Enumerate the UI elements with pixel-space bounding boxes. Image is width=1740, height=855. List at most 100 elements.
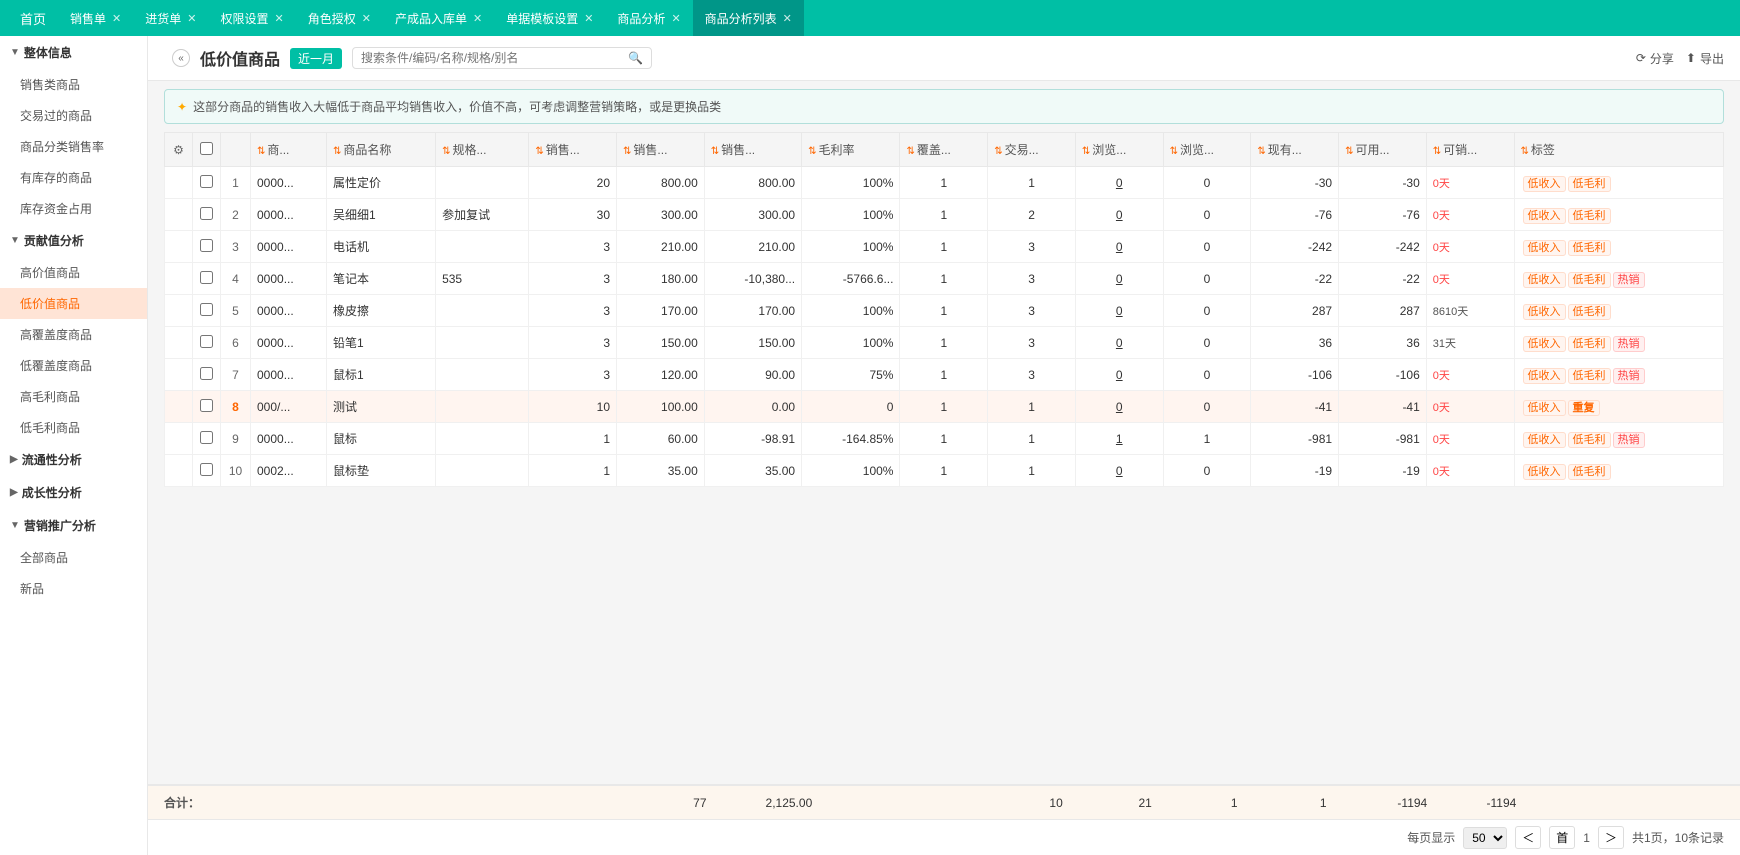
- sidebar-item-high-value[interactable]: 高价值商品: [0, 257, 147, 288]
- browse1-link[interactable]: 0: [1116, 272, 1123, 286]
- next-page-btn[interactable]: ＞: [1598, 826, 1624, 849]
- sidebar-group-contribution[interactable]: ▼ 贡献值分析: [0, 224, 147, 257]
- browse1-link[interactable]: 0: [1116, 336, 1123, 350]
- nav-sales[interactable]: 销售单✕: [58, 0, 133, 36]
- row-name[interactable]: 电话机: [326, 231, 435, 263]
- row-checkbox[interactable]: [200, 175, 213, 188]
- sidebar-item-category-rate[interactable]: 商品分类销售率: [0, 131, 147, 162]
- row-name[interactable]: 笔记本: [326, 263, 435, 295]
- row-name[interactable]: 测试: [326, 391, 435, 423]
- collapse-sidebar-btn[interactable]: «: [172, 49, 190, 67]
- col-spec[interactable]: ⇅规格...: [436, 133, 529, 167]
- col-code[interactable]: ⇅商...: [251, 133, 327, 167]
- browse1-link[interactable]: 0: [1116, 400, 1123, 414]
- row-checkbox[interactable]: [200, 207, 213, 220]
- period-btn[interactable]: 近一月: [290, 48, 342, 69]
- col-trade[interactable]: ⇅交易...: [988, 133, 1076, 167]
- per-page-select[interactable]: 50: [1463, 827, 1507, 849]
- nav-product-analysis[interactable]: 商品分析✕: [605, 0, 692, 36]
- col-settings[interactable]: ⚙: [165, 133, 193, 167]
- close-role-icon[interactable]: ✕: [362, 12, 371, 25]
- sidebar-item-low-margin[interactable]: 低毛利商品: [0, 412, 147, 443]
- browse1-link[interactable]: 0: [1116, 464, 1123, 478]
- col-sellable[interactable]: ⇅可销...: [1426, 133, 1514, 167]
- close-sales-icon[interactable]: ✕: [112, 12, 121, 25]
- col-sales-qty[interactable]: ⇅销售...: [529, 133, 617, 167]
- row-checkbox[interactable]: [200, 463, 213, 476]
- close-template-icon[interactable]: ✕: [584, 12, 593, 25]
- row-name[interactable]: 铅笔1: [326, 327, 435, 359]
- row-settings-btn[interactable]: [165, 327, 193, 359]
- nav-purchase[interactable]: 进货单✕: [133, 0, 208, 36]
- row-name[interactable]: 鼠标: [326, 423, 435, 455]
- browse1-link[interactable]: 0: [1116, 208, 1123, 222]
- row-settings-btn[interactable]: [165, 167, 193, 199]
- row-settings-btn[interactable]: [165, 455, 193, 487]
- row-name[interactable]: 鼠标1: [326, 359, 435, 391]
- row-settings-btn[interactable]: [165, 199, 193, 231]
- col-sales-amt2[interactable]: ⇅销售...: [704, 133, 801, 167]
- sidebar-item-low-value[interactable]: 低价值商品: [0, 288, 147, 319]
- row-checkbox[interactable]: [200, 335, 213, 348]
- sidebar-item-high-coverage[interactable]: 高覆盖度商品: [0, 319, 147, 350]
- row-name[interactable]: 吴细细1: [326, 199, 435, 231]
- row-checkbox[interactable]: [200, 367, 213, 380]
- col-name[interactable]: ⇅商品名称: [326, 133, 435, 167]
- row-name[interactable]: 属性定价: [326, 167, 435, 199]
- sidebar-item-low-coverage[interactable]: 低覆盖度商品: [0, 350, 147, 381]
- sidebar-group-growth[interactable]: ▶ 成长性分析: [0, 476, 147, 509]
- close-permission-icon[interactable]: ✕: [275, 12, 284, 25]
- row-name[interactable]: 橡皮擦: [326, 295, 435, 327]
- sidebar-group-liquidity[interactable]: ▶ 流通性分析: [0, 443, 147, 476]
- col-cover[interactable]: ⇅覆盖...: [900, 133, 988, 167]
- sidebar-item-high-margin[interactable]: 高毛利商品: [0, 381, 147, 412]
- col-tags[interactable]: ⇅标签: [1514, 133, 1724, 167]
- close-purchase-icon[interactable]: ✕: [187, 12, 196, 25]
- close-analysis-list-icon[interactable]: ✕: [783, 12, 792, 25]
- nav-analysis-list[interactable]: 商品分析列表✕: [693, 0, 804, 36]
- row-settings-btn[interactable]: [165, 359, 193, 391]
- sidebar-group-overall[interactable]: ▼ 整体信息: [0, 36, 147, 69]
- sidebar-item-stock-capital[interactable]: 库存资金占用: [0, 193, 147, 224]
- sidebar-item-all-goods[interactable]: 全部商品: [0, 542, 147, 573]
- export-btn[interactable]: ⬆ 导出: [1686, 50, 1724, 67]
- nav-product-stock[interactable]: 产成品入库单✕: [383, 0, 494, 36]
- col-checkbox[interactable]: [193, 133, 221, 167]
- browse1-link[interactable]: 0: [1116, 240, 1123, 254]
- prev-page-label-btn[interactable]: 首: [1549, 826, 1575, 849]
- col-available[interactable]: ⇅可用...: [1339, 133, 1427, 167]
- row-settings-btn[interactable]: [165, 231, 193, 263]
- sidebar-group-marketing[interactable]: ▼ 营销推广分析: [0, 509, 147, 542]
- sidebar-item-sales-goods[interactable]: 销售类商品: [0, 69, 147, 100]
- select-all-checkbox[interactable]: [200, 142, 213, 155]
- row-checkbox[interactable]: [200, 303, 213, 316]
- nav-role[interactable]: 角色授权✕: [296, 0, 383, 36]
- nav-permission[interactable]: 权限设置✕: [208, 0, 295, 36]
- row-checkbox[interactable]: [200, 399, 213, 412]
- row-settings-btn[interactable]: [165, 295, 193, 327]
- browse1-link[interactable]: 1: [1116, 432, 1123, 446]
- share-btn[interactable]: ⟳ 分享: [1636, 50, 1674, 67]
- first-page-btn[interactable]: ＜: [1515, 826, 1541, 849]
- row-checkbox[interactable]: [200, 271, 213, 284]
- browse1-link[interactable]: 0: [1116, 304, 1123, 318]
- row-checkbox[interactable]: [200, 239, 213, 252]
- close-analysis-icon[interactable]: ✕: [671, 12, 680, 25]
- browse1-link[interactable]: 0: [1116, 176, 1123, 190]
- row-name[interactable]: 鼠标垫: [326, 455, 435, 487]
- row-settings-btn[interactable]: [165, 391, 193, 423]
- sidebar-item-stock-goods[interactable]: 有库存的商品: [0, 162, 147, 193]
- browse1-link[interactable]: 0: [1116, 368, 1123, 382]
- col-current[interactable]: ⇅现有...: [1251, 133, 1339, 167]
- col-sales-amt[interactable]: ⇅销售...: [617, 133, 705, 167]
- close-productstock-icon[interactable]: ✕: [473, 12, 482, 25]
- nav-template[interactable]: 单据模板设置✕: [494, 0, 605, 36]
- sidebar-item-traded-goods[interactable]: 交易过的商品: [0, 100, 147, 131]
- row-settings-btn[interactable]: [165, 263, 193, 295]
- col-browse2[interactable]: ⇅浏览...: [1163, 133, 1251, 167]
- row-settings-btn[interactable]: [165, 423, 193, 455]
- sidebar-item-new-goods[interactable]: 新品: [0, 573, 147, 604]
- search-input[interactable]: [361, 51, 624, 65]
- search-icon[interactable]: 🔍: [628, 51, 643, 65]
- nav-home[interactable]: 首页: [8, 0, 58, 36]
